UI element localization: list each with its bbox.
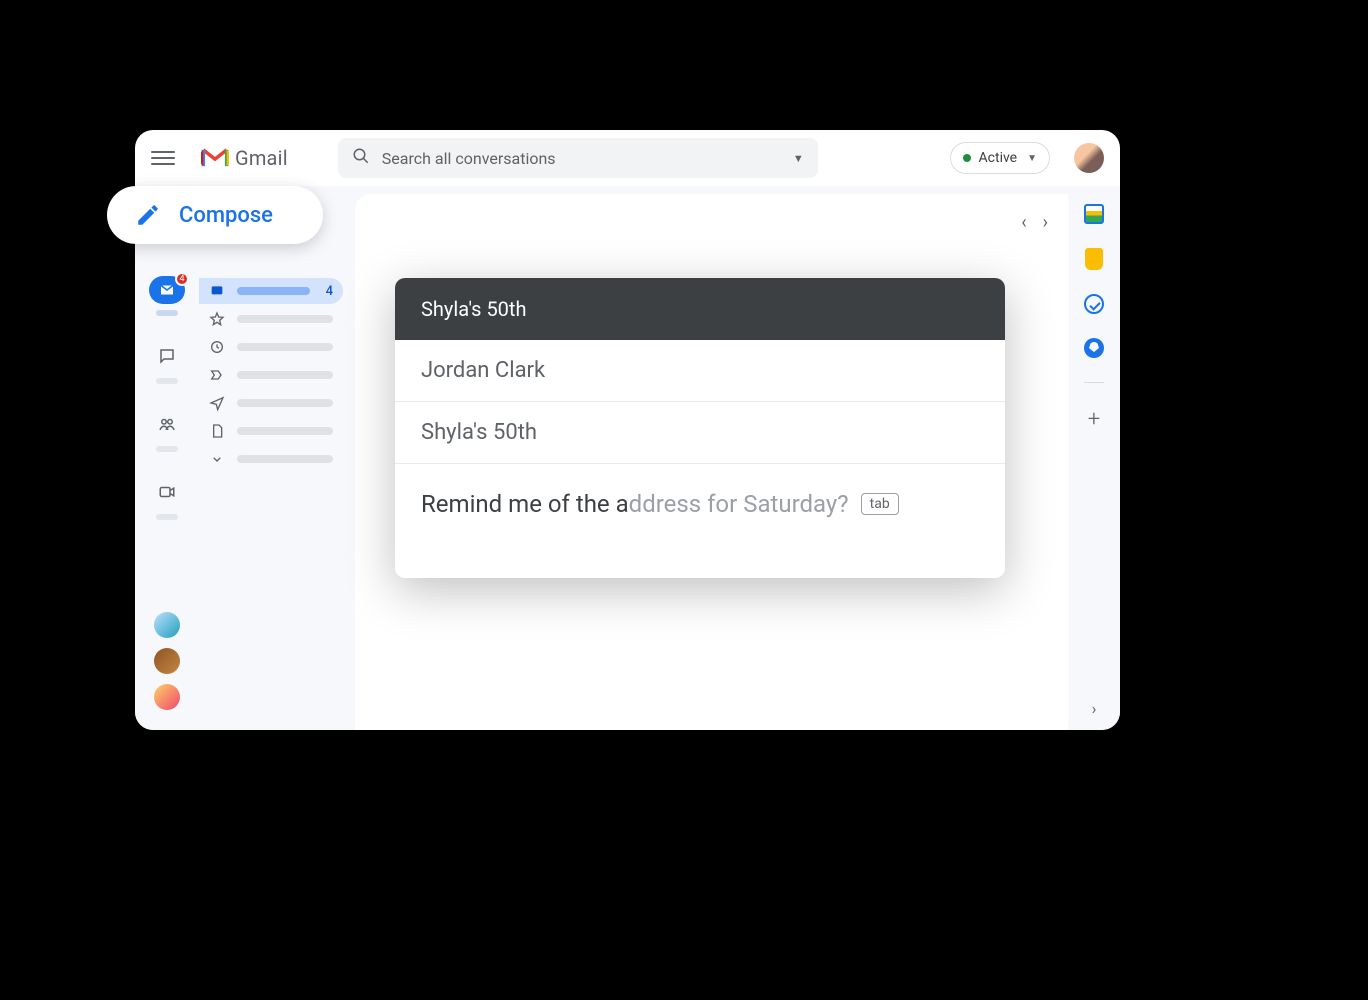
status-dot-icon (963, 154, 971, 162)
body-smart-compose-suggestion: ddress for Saturday? (629, 490, 849, 518)
compose-body[interactable]: Remind me of the address for Saturday? t… (395, 464, 1005, 578)
inbox-icon (209, 283, 225, 299)
pager: ‹ › (1021, 212, 1048, 233)
body-typed-text: Remind me of the a (421, 490, 629, 518)
nav-placeholder (237, 315, 333, 323)
compose-titlebar[interactable]: Shyla's 50th (395, 278, 1005, 340)
tab-key-hint: tab (861, 493, 899, 515)
mail-icon (158, 281, 176, 299)
gmail-logo[interactable]: Gmail (201, 146, 288, 170)
rail-meet[interactable] (151, 476, 183, 508)
side-panel: + › (1068, 186, 1120, 730)
compose-title: Shyla's 50th (421, 297, 526, 321)
rail-chat-indicator (156, 378, 178, 384)
nav-snoozed[interactable] (199, 334, 343, 360)
meet-icon (158, 483, 176, 501)
chat-avatar-3[interactable] (154, 684, 180, 710)
compose-label: Compose (179, 203, 273, 228)
main-menu-button[interactable] (151, 146, 175, 170)
nav-placeholder (237, 455, 333, 463)
status-pill[interactable]: Active ▼ (950, 142, 1050, 174)
rail-spaces-indicator (156, 446, 178, 452)
sent-icon (209, 395, 225, 411)
nav-drafts[interactable] (199, 418, 343, 444)
spaces-icon (158, 415, 176, 433)
nav-placeholder (237, 399, 333, 407)
compose-to-field[interactable]: Jordan Clark (395, 340, 1005, 402)
search-bar[interactable]: Search all conversations ▼ (338, 138, 818, 178)
nav-placeholder (237, 371, 333, 379)
addons-plus-icon[interactable]: + (1088, 407, 1100, 432)
compose-subject-field[interactable]: Shyla's 50th (395, 402, 1005, 464)
nav-starred[interactable] (199, 306, 343, 332)
chat-avatar-2[interactable] (154, 648, 180, 674)
search-options-caret-icon[interactable]: ▼ (793, 152, 804, 165)
nav-inbox[interactable]: 4 (199, 278, 343, 304)
pager-next[interactable]: › (1043, 212, 1048, 233)
star-icon (209, 311, 225, 327)
chevron-down-icon (209, 451, 225, 467)
rail-spaces[interactable] (151, 408, 183, 440)
drafts-icon (209, 423, 225, 439)
header: Gmail Search all conversations ▼ Active … (135, 130, 1120, 186)
nav-placeholder (237, 427, 333, 435)
rail-chat[interactable] (151, 340, 183, 372)
nav-important[interactable] (199, 362, 343, 388)
gmail-m-icon (201, 147, 229, 169)
chat-avatar-1[interactable] (154, 612, 180, 638)
calendar-icon[interactable] (1084, 204, 1104, 224)
nav-placeholder (237, 343, 333, 351)
tasks-icon[interactable] (1084, 294, 1104, 314)
rail-mail-indicator (156, 310, 178, 316)
side-panel-collapse-icon[interactable]: › (1092, 699, 1097, 718)
pencil-icon (135, 202, 161, 228)
status-caret-icon: ▼ (1027, 153, 1037, 164)
chat-icon (158, 347, 176, 365)
inbox-count: 4 (326, 284, 333, 299)
keep-icon[interactable] (1085, 248, 1103, 270)
compose-window: Shyla's 50th Jordan Clark Shyla's 50th R… (395, 278, 1005, 578)
mail-badge: 4 (175, 272, 189, 286)
search-placeholder: Search all conversations (382, 149, 781, 168)
account-avatar[interactable] (1074, 143, 1104, 173)
rail-chat-avatars (154, 612, 180, 710)
divider (1084, 382, 1104, 383)
rail-mail[interactable]: 4 (149, 276, 185, 304)
nav-placeholder (237, 287, 310, 295)
rail-meet-indicator (156, 514, 178, 520)
pager-prev[interactable]: ‹ (1021, 212, 1026, 233)
status-label: Active (979, 150, 1018, 166)
nav-sent[interactable] (199, 390, 343, 416)
nav-more[interactable] (199, 446, 343, 472)
important-icon (209, 367, 225, 383)
app-rail: 4 (135, 186, 199, 730)
clock-icon (209, 339, 225, 355)
contacts-icon[interactable] (1084, 338, 1104, 358)
search-icon (352, 147, 370, 169)
gmail-wordmark: Gmail (235, 146, 288, 170)
compose-recipient: Jordan Clark (421, 358, 545, 383)
compose-button[interactable]: Compose (107, 186, 323, 244)
folder-nav: 4 (199, 186, 349, 730)
gmail-window: Gmail Search all conversations ▼ Active … (135, 130, 1120, 730)
compose-subject: Shyla's 50th (421, 420, 537, 445)
